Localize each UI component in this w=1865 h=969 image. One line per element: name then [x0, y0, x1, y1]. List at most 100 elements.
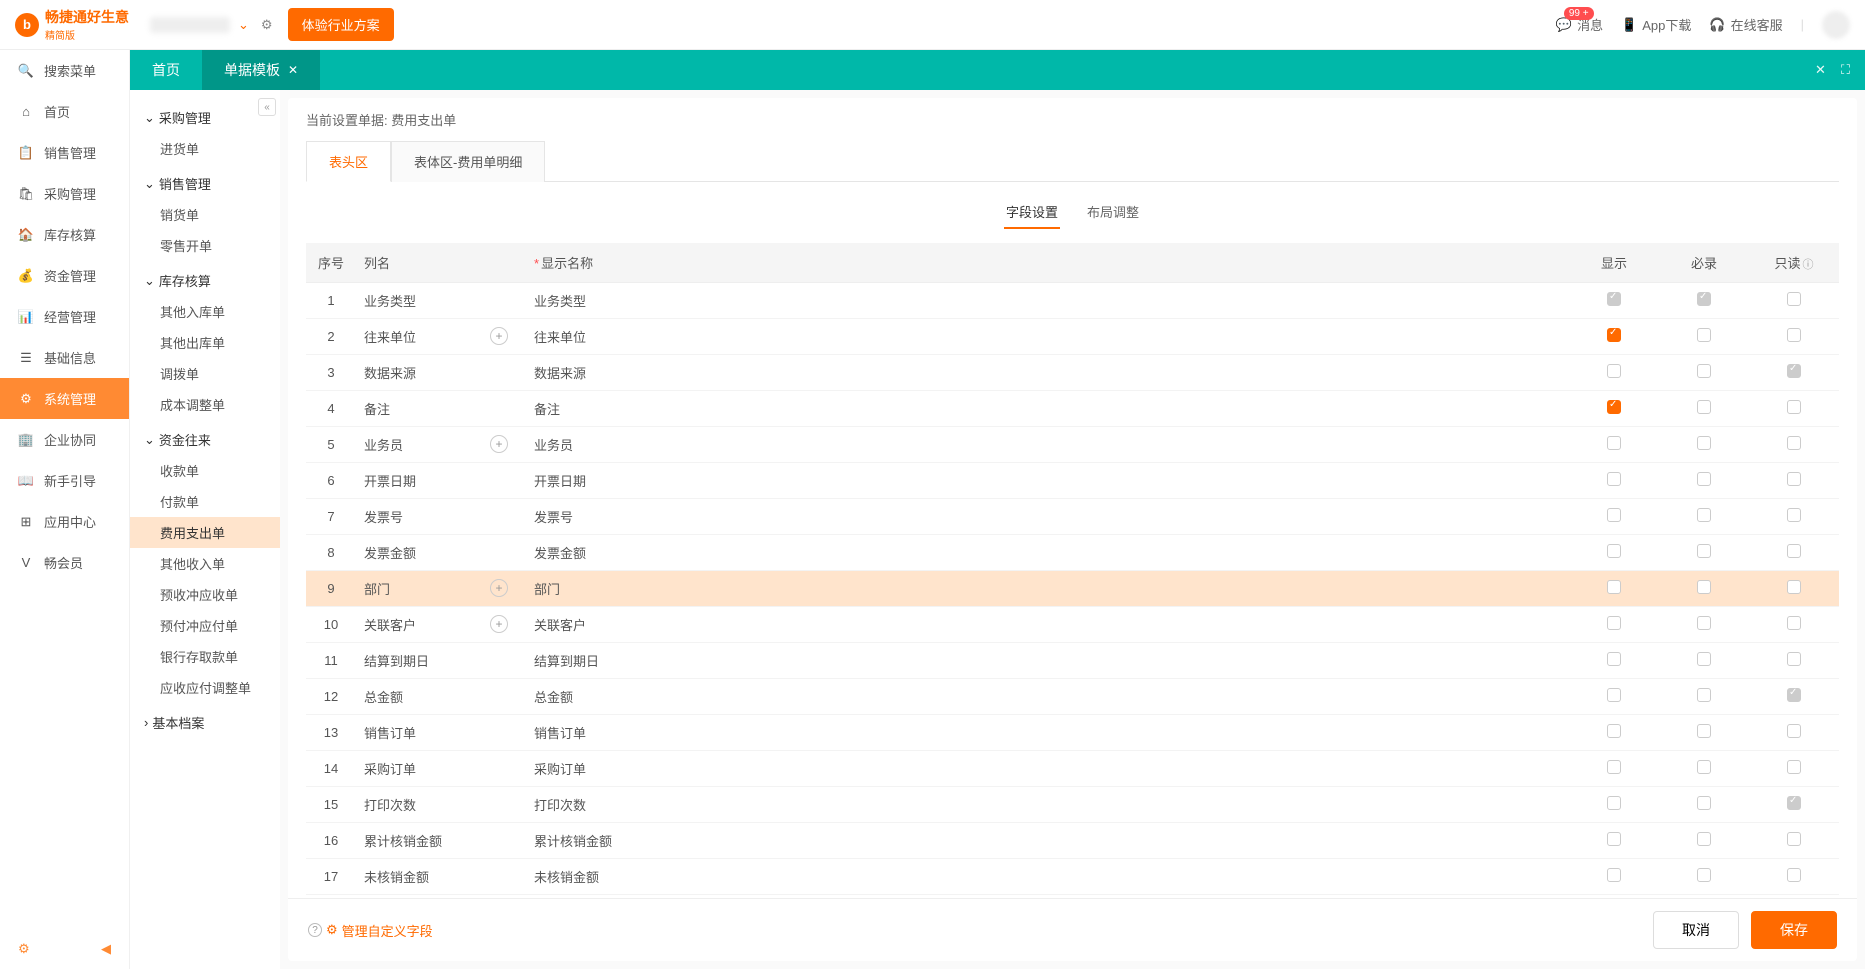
checkbox[interactable]	[1697, 760, 1711, 774]
cell-display[interactable]: 发票金额	[526, 535, 1569, 571]
tree-item[interactable]: 付款单	[130, 486, 280, 517]
plus-icon[interactable]: +	[490, 579, 508, 597]
sidebar-item-search[interactable]: 🔍搜索菜单	[0, 50, 129, 91]
cell-display[interactable]: 发票号	[526, 499, 1569, 535]
checkbox[interactable]	[1697, 328, 1711, 342]
tree-group-head[interactable]: ⌄资金往来	[130, 424, 280, 455]
checkbox[interactable]	[1697, 436, 1711, 450]
cell-display[interactable]: 总金额	[526, 679, 1569, 715]
checkbox[interactable]	[1787, 652, 1801, 666]
app-download-button[interactable]: 📱 App下载	[1621, 15, 1691, 34]
save-button[interactable]: 保存	[1751, 911, 1837, 949]
tab-home[interactable]: 首页	[130, 50, 202, 90]
plus-icon[interactable]: +	[490, 615, 508, 633]
view-tab-layout[interactable]: 布局调整	[1085, 196, 1141, 229]
checkbox[interactable]	[1787, 436, 1801, 450]
checkbox[interactable]	[1607, 652, 1621, 666]
tree-item[interactable]: 进货单	[130, 133, 280, 164]
checkbox[interactable]	[1697, 400, 1711, 414]
sidebar-item-guide[interactable]: 📖新手引导	[0, 460, 129, 501]
checkbox[interactable]	[1607, 688, 1621, 702]
tree-item[interactable]: 其他出库单	[130, 327, 280, 358]
checkbox[interactable]	[1787, 760, 1801, 774]
close-all-icon[interactable]: ✕	[1815, 62, 1826, 78]
tree-group-head[interactable]: ›基本档案	[130, 707, 280, 738]
tree-item[interactable]: 费用支出单	[130, 517, 280, 548]
gear-icon[interactable]: ⚙	[261, 17, 273, 33]
sidebar-item-fund[interactable]: 💰资金管理	[0, 255, 129, 296]
checkbox[interactable]	[1787, 400, 1801, 414]
checkbox[interactable]	[1697, 508, 1711, 522]
checkbox[interactable]	[1607, 724, 1621, 738]
messages-button[interactable]: 💬 99 + 消息	[1556, 15, 1603, 34]
cell-display[interactable]: 开票日期	[526, 463, 1569, 499]
sidebar-item-app[interactable]: ⊞应用中心	[0, 501, 129, 542]
tree-item[interactable]: 应收应付调整单	[130, 672, 280, 703]
tab-template[interactable]: 单据模板 ✕	[202, 50, 320, 90]
sub-tab-header[interactable]: 表头区	[306, 141, 391, 182]
checkbox[interactable]	[1607, 544, 1621, 558]
checkbox[interactable]	[1607, 868, 1621, 882]
sidebar-item-biz[interactable]: 📊经营管理	[0, 296, 129, 337]
checkbox[interactable]	[1607, 400, 1621, 414]
cell-display[interactable]: 结算到期日	[526, 643, 1569, 679]
checkbox[interactable]	[1787, 472, 1801, 486]
checkbox[interactable]	[1607, 832, 1621, 846]
checkbox[interactable]	[1607, 580, 1621, 594]
cancel-button[interactable]: 取消	[1653, 911, 1739, 949]
sidebar-item-home[interactable]: ⌂首页	[0, 91, 129, 132]
checkbox[interactable]	[1607, 364, 1621, 378]
tree-item[interactable]: 收款单	[130, 455, 280, 486]
checkbox[interactable]	[1787, 616, 1801, 630]
checkbox[interactable]	[1787, 868, 1801, 882]
avatar[interactable]	[1822, 11, 1850, 39]
checkbox[interactable]	[1697, 868, 1711, 882]
cell-display[interactable]: 累计核销金额	[526, 823, 1569, 859]
sub-tab-body[interactable]: 表体区-费用单明细	[391, 141, 545, 182]
collapse-icon[interactable]: ◀	[101, 941, 111, 957]
checkbox[interactable]	[1607, 796, 1621, 810]
checkbox[interactable]	[1697, 796, 1711, 810]
cell-display[interactable]: 未核销金额	[526, 859, 1569, 895]
tree-item[interactable]: 预收冲应收单	[130, 579, 280, 610]
tree-item[interactable]: 其他入库单	[130, 296, 280, 327]
tree-item[interactable]: 其他收入单	[130, 548, 280, 579]
org-selector[interactable]: ⌄	[150, 17, 249, 33]
checkbox[interactable]	[1607, 436, 1621, 450]
checkbox[interactable]	[1607, 508, 1621, 522]
sidebar-item-member[interactable]: V畅会员	[0, 542, 129, 583]
checkbox[interactable]	[1697, 652, 1711, 666]
checkbox[interactable]	[1697, 688, 1711, 702]
cell-display[interactable]: 关联客户	[526, 607, 1569, 643]
tree-item[interactable]: 预付冲应付单	[130, 610, 280, 641]
fullscreen-icon[interactable]: ⛶	[1841, 62, 1850, 78]
checkbox[interactable]	[1697, 364, 1711, 378]
sidebar-item-sys[interactable]: ⚙系统管理	[0, 378, 129, 419]
tree-item[interactable]: 零售开单	[130, 230, 280, 261]
cell-display[interactable]: 数据来源	[526, 355, 1569, 391]
sidebar-item-base[interactable]: ☰基础信息	[0, 337, 129, 378]
cell-display[interactable]: 部门	[526, 571, 1569, 607]
trial-button[interactable]: 体验行业方案	[288, 8, 394, 41]
plus-icon[interactable]: +	[490, 435, 508, 453]
cell-display[interactable]: 打印次数	[526, 787, 1569, 823]
cell-display[interactable]: 往来单位	[526, 319, 1569, 355]
close-icon[interactable]: ✕	[288, 63, 298, 77]
customer-service-button[interactable]: 🎧 在线客服	[1709, 15, 1782, 34]
sidebar-item-sale[interactable]: 📋销售管理	[0, 132, 129, 173]
tree-item[interactable]: 银行存取款单	[130, 641, 280, 672]
checkbox[interactable]	[1607, 328, 1621, 342]
checkbox[interactable]	[1697, 544, 1711, 558]
settings-icon[interactable]: ⚙	[18, 941, 30, 957]
tree-item[interactable]: 调拨单	[130, 358, 280, 389]
cell-display[interactable]: 业务员	[526, 427, 1569, 463]
sidebar-item-stock[interactable]: 🏠库存核算	[0, 214, 129, 255]
checkbox[interactable]	[1697, 616, 1711, 630]
checkbox[interactable]	[1607, 760, 1621, 774]
tree-item[interactable]: 成本调整单	[130, 389, 280, 420]
cell-display[interactable]: 业务类型	[526, 283, 1569, 319]
checkbox[interactable]	[1787, 544, 1801, 558]
checkbox[interactable]	[1787, 724, 1801, 738]
manage-custom-fields-link[interactable]: ? ⚙ 管理自定义字段	[308, 921, 433, 940]
tree-group-head[interactable]: ⌄销售管理	[130, 168, 280, 199]
